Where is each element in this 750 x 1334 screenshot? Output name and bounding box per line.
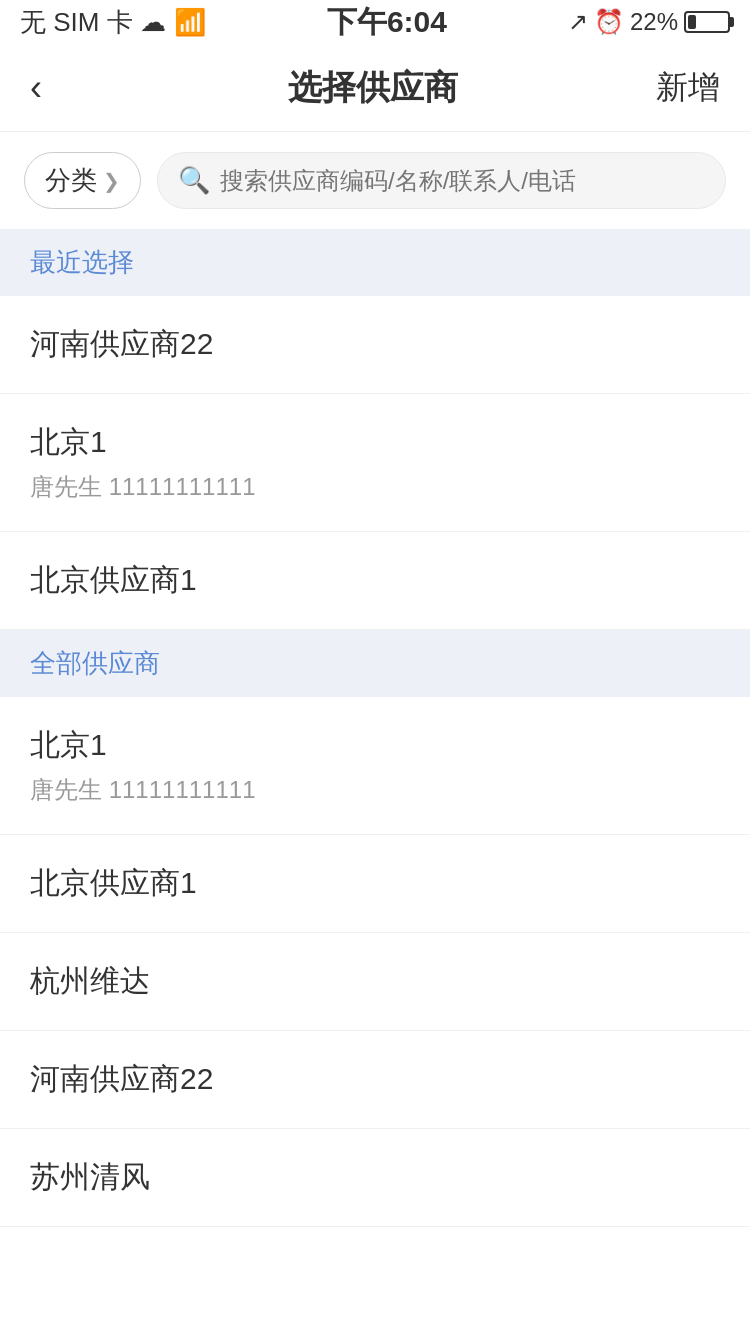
filter-bar: 分类 ❯ 🔍 [0,132,750,229]
all-section-label: 全部供应商 [30,648,160,678]
item-sub: 唐先生 11111111111 [30,774,720,806]
item-name: 北京供应商1 [30,863,720,904]
list-item[interactable]: 苏州清风 [0,1129,750,1227]
battery-icon [684,11,730,33]
search-input[interactable] [220,167,705,195]
category-button[interactable]: 分类 ❯ [24,152,141,209]
nav-bar: ‹ 选择供应商 新增 [0,44,750,132]
recent-list: 河南供应商22 北京1 唐先生 11111111111 北京供应商1 [0,296,750,630]
item-name: 苏州清风 [30,1157,720,1198]
list-item[interactable]: 北京供应商1 [0,835,750,933]
category-label: 分类 [45,163,97,198]
battery-percent: 22% [630,8,678,36]
list-item[interactable]: 北京1 唐先生 11111111111 [0,394,750,532]
item-name: 河南供应商22 [30,1059,720,1100]
search-box[interactable]: 🔍 [157,152,726,209]
item-name: 北京1 [30,422,720,463]
wifi-icon: 📶 [174,7,206,38]
sim-status: 无 SIM 卡 ☁ [20,5,166,40]
status-right: ↗ ⏰ 22% [568,8,730,36]
item-name: 北京1 [30,725,720,766]
status-left: 无 SIM 卡 ☁ 📶 [20,5,206,40]
location-icon: ↗ [568,8,588,36]
status-bar: 无 SIM 卡 ☁ 📶 下午6:04 ↗ ⏰ 22% [0,0,750,44]
item-name: 北京供应商1 [30,560,720,601]
list-item[interactable]: 北京供应商1 [0,532,750,630]
item-sub: 唐先生 11111111111 [30,471,720,503]
item-name: 河南供应商22 [30,324,720,365]
add-button[interactable]: 新增 [656,66,720,110]
item-name: 杭州维达 [30,961,720,1002]
list-item[interactable]: 北京1 唐先生 11111111111 [0,697,750,835]
list-item[interactable]: 杭州维达 [0,933,750,1031]
back-button[interactable]: ‹ [30,67,90,109]
all-list: 北京1 唐先生 11111111111 北京供应商1 杭州维达河南供应商22 苏州清风 [0,697,750,1227]
recent-section-header: 最近选择 [0,229,750,296]
list-item[interactable]: 河南供应商22 [0,296,750,394]
search-icon: 🔍 [178,165,210,196]
page-title: 选择供应商 [288,65,458,111]
status-time: 下午6:04 [327,2,447,43]
chevron-right-icon: ❯ [103,169,120,193]
list-item[interactable]: 河南供应商22 [0,1031,750,1129]
recent-section-label: 最近选择 [30,247,134,277]
all-section-header: 全部供应商 [0,630,750,697]
alarm-icon: ⏰ [594,8,624,36]
